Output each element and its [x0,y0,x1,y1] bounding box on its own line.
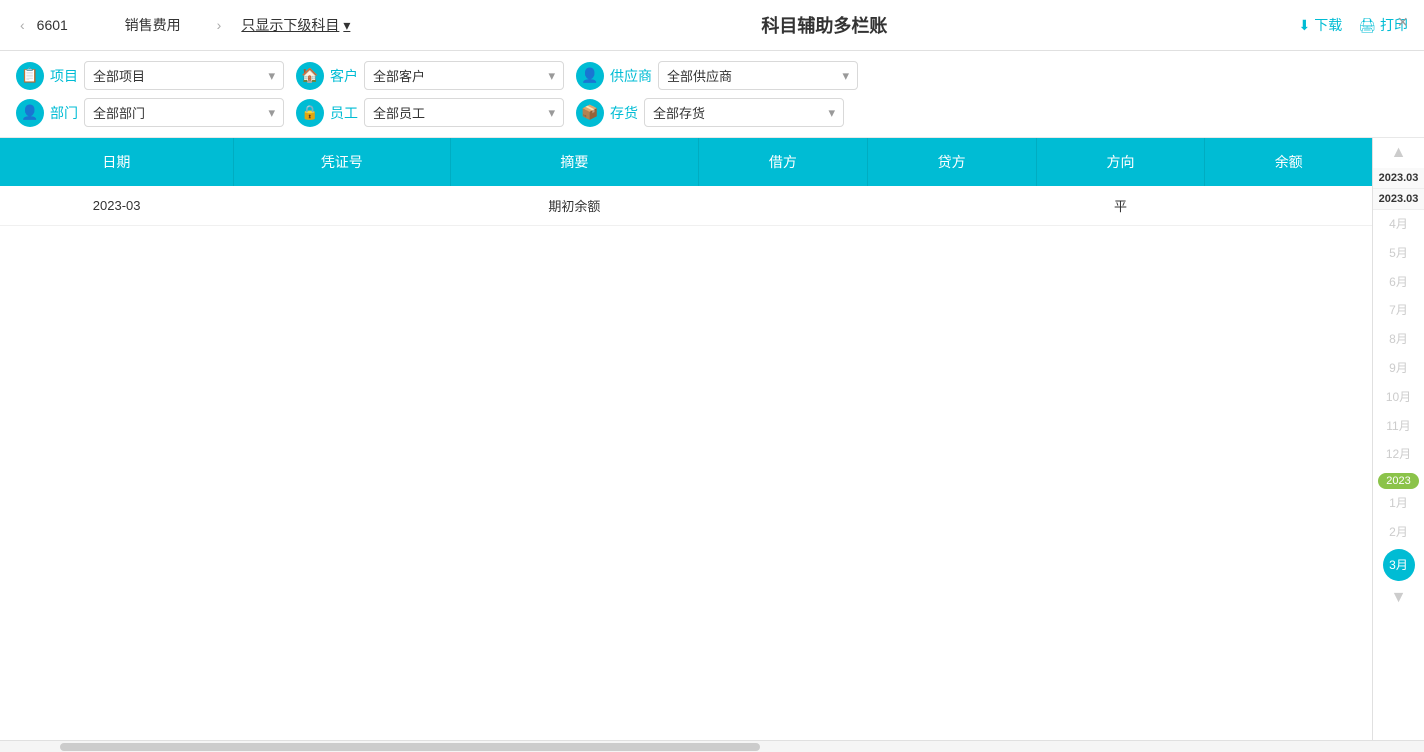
close-button[interactable]: × [1397,12,1408,33]
top-bar: ‹ 6601 销售费用 › 只显示下级科目 ▾ 科目辅助多栏账 ⬇ 下载 🖨 打… [0,0,1424,51]
employee-value: 全部员工 [373,103,425,122]
timeline-month-2[interactable]: 2月 [1373,518,1424,547]
inventory-value: 全部存货 [653,103,705,122]
filter-customer: 🏠 客户 全部客户 ▾ [296,61,564,90]
download-icon: ⬇ [1298,17,1310,34]
dept-label: 部门 [50,103,78,123]
year-badge-label: 2023 [1378,473,1418,489]
inventory-arrow-icon: ▾ [828,105,835,121]
nav-prev-arrow[interactable]: ‹ [16,15,29,35]
chevron-down-icon: ▾ [343,17,350,34]
timeline-month-10[interactable]: 10月 [1373,383,1424,412]
bottom-scrollbar[interactable] [0,740,1424,752]
project-icon: 📋 [16,62,44,90]
inventory-label: 存货 [610,103,638,123]
dept-select[interactable]: 全部部门 ▾ [84,98,284,127]
customer-select[interactable]: 全部客户 ▾ [364,61,564,90]
project-select[interactable]: 全部项目 ▾ [84,61,284,90]
project-arrow-icon: ▾ [268,68,275,84]
data-table: 日期 凭证号 摘要 借方 贷方 方向 余额 2023-03 期初余额 平 [0,138,1372,226]
project-value: 全部项目 [93,66,145,85]
table-header-row: 日期 凭证号 摘要 借方 贷方 方向 余额 [0,138,1372,186]
timeline-month-12[interactable]: 12月 [1373,440,1424,469]
timeline-month-6[interactable]: 6月 [1373,268,1424,297]
filter-row-1: 📋 项目 全部项目 ▾ 🏠 客户 全部客户 ▾ 👤 供应商 全部供应 [16,61,1408,90]
dept-icon: 👤 [16,99,44,127]
table-area[interactable]: 日期 凭证号 摘要 借方 贷方 方向 余额 2023-03 期初余额 平 [0,138,1372,740]
dept-arrow-icon: ▾ [268,105,275,121]
inventory-icon: 📦 [576,99,604,127]
filter-dept: 👤 部门 全部部门 ▾ [16,98,284,127]
account-name-label: 销售费用 [125,15,205,35]
scrollbar-thumb [60,743,760,751]
cell-0-2: 期初余额 [450,186,698,226]
timeline-up-arrow[interactable]: ▲ [1373,138,1424,168]
filter-project: 📋 项目 全部项目 ▾ [16,61,284,90]
employee-label: 员工 [330,103,358,123]
timeline-month-8[interactable]: 8月 [1373,325,1424,354]
supplier-select[interactable]: 全部供应商 ▾ [658,61,858,90]
page-title: 科目辅助多栏账 [358,12,1290,38]
customer-label: 客户 [330,66,358,86]
timeline-month-4[interactable]: 4月 [1373,210,1424,239]
timeline-year-badge[interactable]: 2023 [1373,471,1424,487]
timeline-sidebar: ▲ 2023.03 2023.03 4月 5月 6月 7月 8月 9月 10月 … [1372,138,1424,740]
filter-row-2: 👤 部门 全部部门 ▾ 🔒 员工 全部员工 ▾ 📦 存货 全部存货 [16,98,1408,127]
col-voucher: 凭证号 [233,138,450,186]
employee-icon: 🔒 [296,99,324,127]
col-date: 日期 [0,138,233,186]
project-label: 项目 [50,66,78,86]
col-summary: 摘要 [450,138,698,186]
show-sub-label: 只显示下级科目 [241,15,339,35]
supplier-label: 供应商 [610,66,652,86]
timeline-header-2[interactable]: 2023.03 [1373,189,1424,210]
filter-employee: 🔒 员工 全部员工 ▾ [296,98,564,127]
account-code-label: 6601 [37,17,117,33]
timeline-month-5[interactable]: 5月 [1373,239,1424,268]
employee-arrow-icon: ▾ [548,105,555,121]
customer-arrow-icon: ▾ [548,68,555,84]
col-direction: 方向 [1036,138,1205,186]
filter-inventory: 📦 存货 全部存货 ▾ [576,98,844,127]
supplier-value: 全部供应商 [667,66,732,85]
timeline-month-7[interactable]: 7月 [1373,296,1424,325]
cell-0-4 [867,186,1036,226]
download-label: 下载 [1314,15,1342,35]
download-button[interactable]: ⬇ 下载 [1298,15,1342,35]
employee-select[interactable]: 全部员工 ▾ [364,98,564,127]
main-content: 日期 凭证号 摘要 借方 贷方 方向 余额 2023-03 期初余额 平 ▲ 202… [0,138,1424,740]
cell-0-0: 2023-03 [0,186,233,226]
customer-icon: 🏠 [296,62,324,90]
col-credit: 贷方 [867,138,1036,186]
col-balance: 余额 [1205,138,1372,186]
cell-0-3 [698,186,867,226]
toolbar-actions: ⬇ 下载 🖨 打印 [1298,15,1408,35]
nav-next-arrow[interactable]: › [213,15,226,35]
filter-supplier: 👤 供应商 全部供应商 ▾ [576,61,858,90]
timeline-active-month[interactable]: 3月 [1373,549,1424,581]
show-sub-button[interactable]: 只显示下级科目 ▾ [241,15,350,35]
inventory-select[interactable]: 全部存货 ▾ [644,98,844,127]
cell-0-6 [1205,186,1372,226]
customer-value: 全部客户 [373,66,425,85]
cell-0-1 [233,186,450,226]
filter-section: 📋 项目 全部项目 ▾ 🏠 客户 全部客户 ▾ 👤 供应商 全部供应 [0,51,1424,138]
active-month-label: 3月 [1383,549,1415,581]
col-debit: 借方 [698,138,867,186]
supplier-icon: 👤 [576,62,604,90]
print-icon: 🖨 [1358,17,1376,34]
dept-value: 全部部门 [93,103,145,122]
table-row[interactable]: 2023-03 期初余额 平 [0,186,1372,226]
timeline-down-arrow[interactable]: ▼ [1373,583,1424,613]
cell-0-5: 平 [1036,186,1205,226]
timeline-month-1[interactable]: 1月 [1373,489,1424,518]
timeline-month-9[interactable]: 9月 [1373,354,1424,383]
supplier-arrow-icon: ▾ [842,68,849,84]
timeline-header-1[interactable]: 2023.03 [1373,168,1424,189]
timeline-month-11[interactable]: 11月 [1373,412,1424,441]
modal-container: ‹ 6601 销售费用 › 只显示下级科目 ▾ 科目辅助多栏账 ⬇ 下载 🖨 打… [0,0,1424,752]
